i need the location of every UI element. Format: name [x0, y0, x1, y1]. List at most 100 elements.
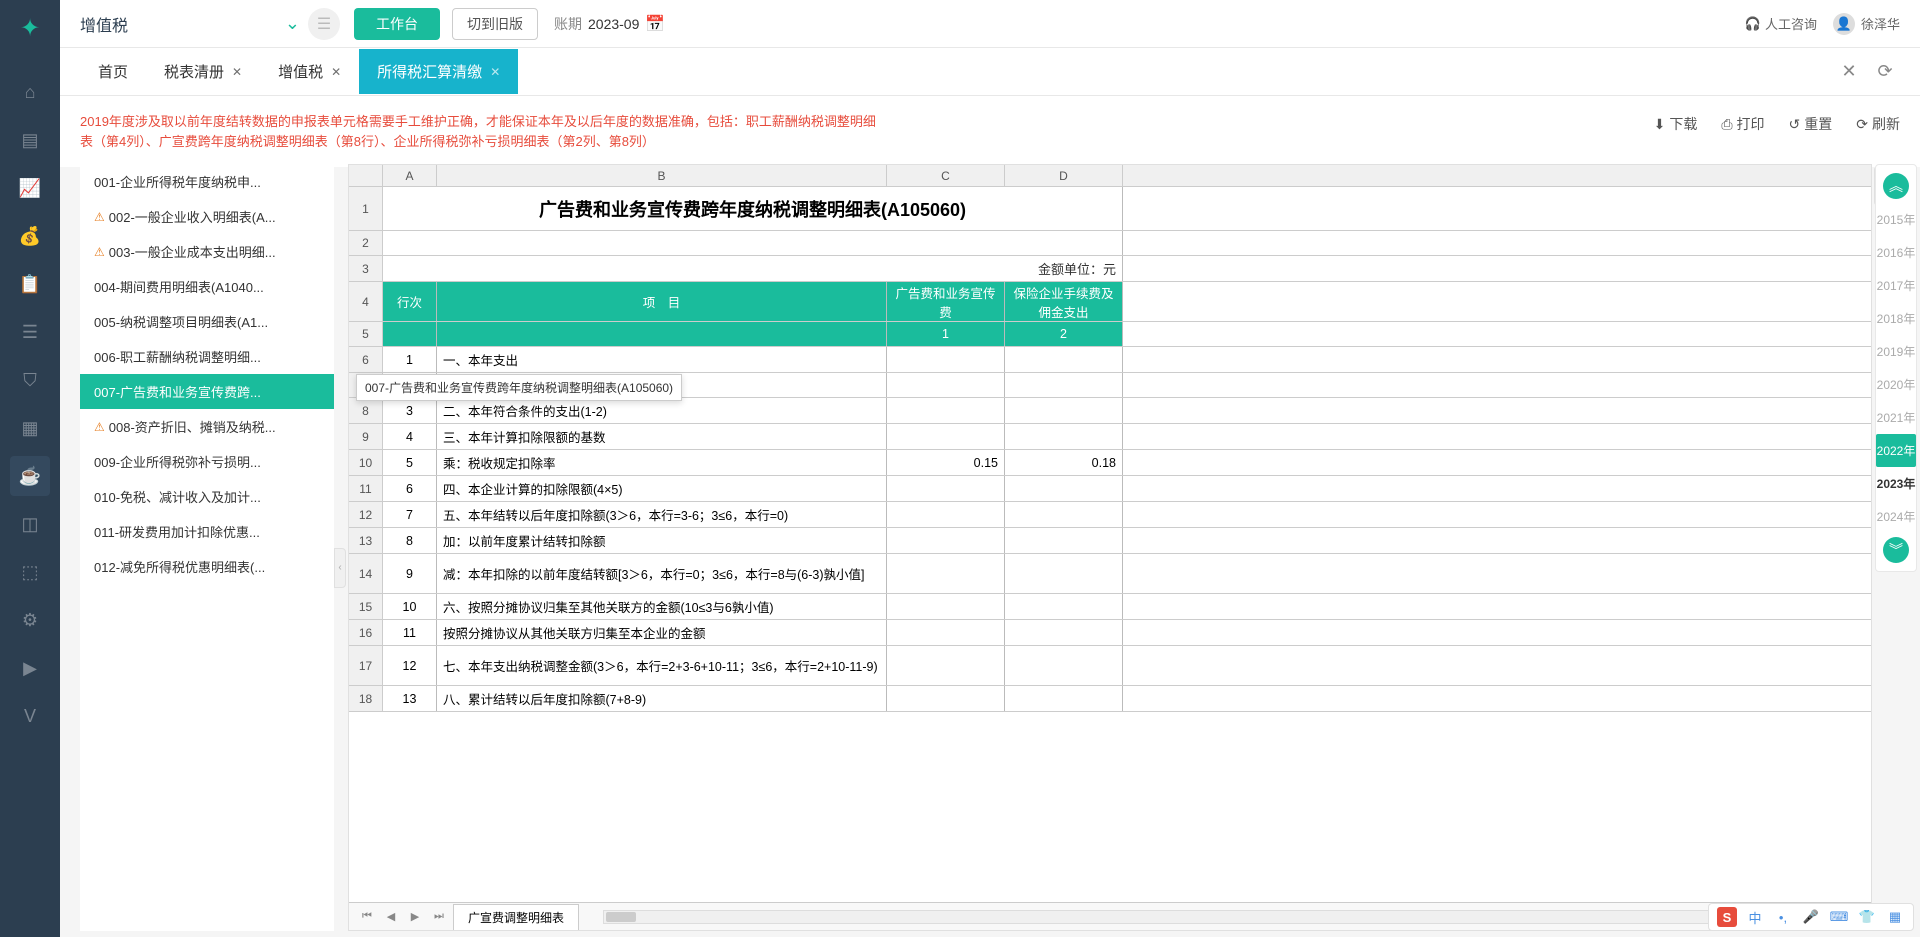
- cell-rownum[interactable]: 1: [383, 347, 437, 372]
- select-all-cell[interactable]: [349, 165, 383, 186]
- cell-item[interactable]: 四、本企业计算的扣除限额(4×5): [437, 476, 887, 501]
- user-menu[interactable]: 👤 徐泽华: [1833, 13, 1900, 35]
- collapse-sidebar-handle[interactable]: ‹: [334, 548, 346, 588]
- ime-keyboard-icon[interactable]: ⌨: [1829, 907, 1849, 927]
- nav-report-icon[interactable]: ◫: [10, 504, 50, 544]
- ime-toolbar[interactable]: S 中 •, 🎤 ⌨ 👕 ▦: [1708, 903, 1914, 931]
- cell-rownum[interactable]: 9: [383, 554, 437, 593]
- row-header[interactable]: 3: [349, 256, 383, 281]
- cell-rownum[interactable]: 8: [383, 528, 437, 553]
- cell-rownum[interactable]: 5: [383, 450, 437, 475]
- form-item-2[interactable]: ⚠003-一般企业成本支出明细...: [80, 234, 334, 269]
- row-header[interactable]: 11: [349, 476, 383, 501]
- cell-value-c[interactable]: [887, 398, 1005, 423]
- close-icon[interactable]: ✕: [490, 65, 500, 79]
- cell-value-d[interactable]: 0.18: [1005, 450, 1123, 475]
- reset-button[interactable]: ↺重置: [1789, 114, 1833, 134]
- cell-rownum[interactable]: 11: [383, 620, 437, 645]
- old-version-button[interactable]: 切到旧版: [452, 8, 538, 40]
- nav-clipboard-icon[interactable]: 📋: [10, 264, 50, 304]
- cell-item[interactable]: 减：本年扣除的以前年度结转额[3＞6，本行=0；3≤6，本行=8与(6-3)孰小…: [437, 554, 887, 593]
- cell-value-c[interactable]: [887, 594, 1005, 619]
- ime-lang[interactable]: 中: [1745, 907, 1765, 927]
- print-button[interactable]: ⎙打印: [1721, 114, 1764, 134]
- sheet-body[interactable]: 1 广告费和业务宣传费跨年度纳税调整明细表(A105060) 2 3 金额单位：…: [349, 187, 1871, 902]
- cell-value-c[interactable]: [887, 347, 1005, 372]
- year-item[interactable]: 2021年: [1877, 401, 1916, 434]
- cell-value-d[interactable]: [1005, 594, 1123, 619]
- ime-skin-icon[interactable]: 👕: [1857, 907, 1877, 927]
- sheet-nav-last[interactable]: ⏭: [429, 910, 449, 923]
- row-header[interactable]: 18: [349, 686, 383, 711]
- sheet-tab[interactable]: 广宣费调整明细表: [453, 904, 579, 930]
- cell-value-d[interactable]: [1005, 620, 1123, 645]
- calendar-icon[interactable]: 📅: [645, 14, 665, 34]
- cell-value-c[interactable]: [887, 646, 1005, 685]
- row-header[interactable]: 2: [349, 231, 383, 255]
- cell-value-d[interactable]: [1005, 502, 1123, 527]
- row-header[interactable]: 15: [349, 594, 383, 619]
- close-icon[interactable]: ✕: [331, 65, 341, 79]
- cell-rownum[interactable]: 12: [383, 646, 437, 685]
- row-header[interactable]: 1: [349, 187, 383, 230]
- cell-value-d[interactable]: [1005, 646, 1123, 685]
- row-header[interactable]: 14: [349, 554, 383, 593]
- nav-inbox-icon[interactable]: ⬚: [10, 552, 50, 592]
- cell-value-c[interactable]: [887, 554, 1005, 593]
- nav-video-icon[interactable]: ▶: [10, 648, 50, 688]
- tab-0[interactable]: 首页: [80, 49, 146, 94]
- nav-calendar-icon[interactable]: ▦: [10, 408, 50, 448]
- horizontal-scrollbar[interactable]: [603, 910, 1863, 924]
- cell-item[interactable]: 乘：税收规定扣除率: [437, 450, 887, 475]
- cell-rownum[interactable]: 3: [383, 398, 437, 423]
- form-item-11[interactable]: 012-减免所得税优惠明细表(...: [80, 549, 334, 584]
- cell-value-d[interactable]: [1005, 373, 1123, 397]
- row-header[interactable]: 5: [349, 322, 383, 346]
- cell-value-c[interactable]: [887, 373, 1005, 397]
- form-item-5[interactable]: 006-职工薪酬纳税调整明细...: [80, 339, 334, 374]
- ime-punct-icon[interactable]: •,: [1773, 907, 1793, 927]
- col-header-a[interactable]: A: [383, 165, 437, 186]
- round-button[interactable]: ☰: [308, 8, 340, 40]
- tab-1[interactable]: 税表清册✕: [146, 49, 260, 94]
- year-item[interactable]: 2022年: [1876, 434, 1916, 467]
- cell-value-d[interactable]: [1005, 528, 1123, 553]
- close-icon[interactable]: ✕: [232, 65, 242, 79]
- year-item[interactable]: 2018年: [1877, 302, 1916, 335]
- nav-settings-icon[interactable]: ⚙: [10, 600, 50, 640]
- cell-value-c[interactable]: [887, 424, 1005, 449]
- nav-chart-icon[interactable]: 📈: [10, 168, 50, 208]
- close-all-icon[interactable]: ✕: [1834, 57, 1864, 87]
- nav-stamp-icon[interactable]: ⛉: [10, 360, 50, 400]
- company-selector[interactable]: 增值税 ⌄: [80, 12, 300, 36]
- nav-form-icon[interactable]: ☰: [10, 312, 50, 352]
- workbench-button[interactable]: 工作台: [354, 8, 440, 40]
- nav-v-icon[interactable]: V: [10, 696, 50, 736]
- form-item-10[interactable]: 011-研发费用加计扣除优惠...: [80, 514, 334, 549]
- cell-value-d[interactable]: [1005, 476, 1123, 501]
- form-item-3[interactable]: 004-期间费用明细表(A1040...: [80, 269, 334, 304]
- row-header[interactable]: 8: [349, 398, 383, 423]
- year-item[interactable]: 2023年: [1877, 467, 1916, 500]
- form-item-4[interactable]: 005-纳税调整项目明细表(A1...: [80, 304, 334, 339]
- cell-item[interactable]: 七、本年支出纳税调整金额(3＞6，本行=2+3-6+10-11；3≤6，本行=2…: [437, 646, 887, 685]
- form-item-7[interactable]: ⚠008-资产折旧、摊销及纳税...: [80, 409, 334, 444]
- row-header[interactable]: 16: [349, 620, 383, 645]
- download-button[interactable]: ⬇下载: [1654, 114, 1698, 134]
- cell-item[interactable]: 六、按照分摊协议归集至其他关联方的金额(10≤3与6孰小值): [437, 594, 887, 619]
- cell-rownum[interactable]: 4: [383, 424, 437, 449]
- row-header[interactable]: 6: [349, 347, 383, 372]
- cell-value-c[interactable]: [887, 620, 1005, 645]
- sheet-nav-first[interactable]: ⏮: [357, 910, 377, 923]
- support-link[interactable]: 🎧 人工咨询: [1745, 14, 1817, 33]
- year-item[interactable]: 2017年: [1877, 269, 1916, 302]
- refresh-button[interactable]: ⟳刷新: [1856, 114, 1900, 134]
- row-header[interactable]: 4: [349, 282, 383, 321]
- ime-toolbox-icon[interactable]: ▦: [1885, 907, 1905, 927]
- sheet-nav-next[interactable]: ▶: [405, 910, 425, 923]
- tab-3[interactable]: 所得税汇算清缴✕: [359, 49, 518, 94]
- tab-2[interactable]: 增值税✕: [260, 49, 359, 94]
- row-header[interactable]: 17: [349, 646, 383, 685]
- cell-item[interactable]: 按照分摊协议从其他关联方归集至本企业的金额: [437, 620, 887, 645]
- year-item[interactable]: 2020年: [1877, 368, 1916, 401]
